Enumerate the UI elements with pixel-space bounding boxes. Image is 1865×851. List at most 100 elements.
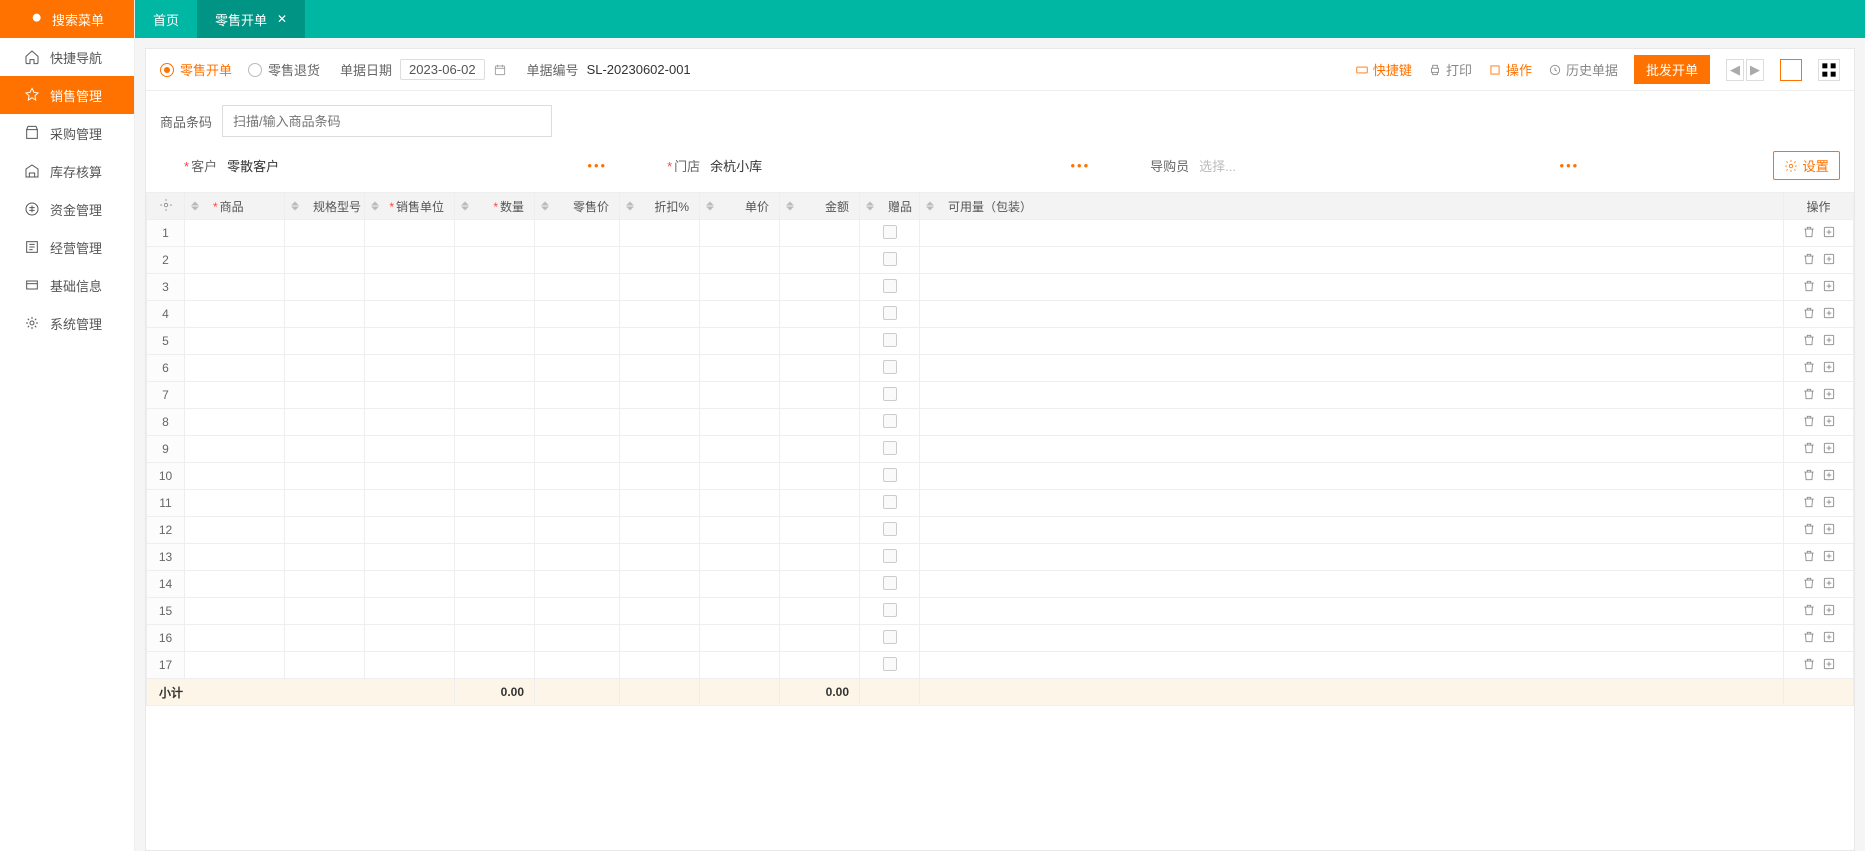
- cell-gift[interactable]: [860, 382, 920, 409]
- insert-icon[interactable]: [1822, 387, 1836, 401]
- cell-retail-price[interactable]: [535, 301, 620, 328]
- th-amount[interactable]: 金额: [780, 193, 860, 220]
- delete-icon[interactable]: [1802, 225, 1816, 239]
- cell-retail-price[interactable]: [535, 544, 620, 571]
- checkbox-icon[interactable]: [883, 279, 897, 293]
- table-row[interactable]: 17: [147, 652, 1854, 679]
- cell-product[interactable]: [185, 220, 285, 247]
- cell-amount[interactable]: [780, 463, 860, 490]
- cell-qty[interactable]: [455, 247, 535, 274]
- table-row[interactable]: 3: [147, 274, 1854, 301]
- cell-gift[interactable]: [860, 436, 920, 463]
- cell-unit[interactable]: [365, 490, 455, 517]
- cell-retail-price[interactable]: [535, 382, 620, 409]
- cell-spec[interactable]: [285, 274, 365, 301]
- tab-retail[interactable]: 零售开单✕: [197, 0, 305, 38]
- cell-unit[interactable]: [365, 409, 455, 436]
- cell-product[interactable]: [185, 463, 285, 490]
- table-row[interactable]: 15: [147, 598, 1854, 625]
- th-unit[interactable]: *销售单位: [365, 193, 455, 220]
- barcode-input[interactable]: [222, 105, 552, 137]
- cell-retail-price[interactable]: [535, 463, 620, 490]
- table-row[interactable]: 1: [147, 220, 1854, 247]
- table-row[interactable]: 8: [147, 409, 1854, 436]
- cell-spec[interactable]: [285, 328, 365, 355]
- cell-qty[interactable]: [455, 625, 535, 652]
- radio-return[interactable]: 零售退货: [248, 60, 320, 79]
- settings-button[interactable]: 设置: [1773, 151, 1840, 180]
- cell-spec[interactable]: [285, 220, 365, 247]
- cell-discount[interactable]: [620, 409, 700, 436]
- cell-discount[interactable]: [620, 517, 700, 544]
- cell-amount[interactable]: [780, 247, 860, 274]
- cell-product[interactable]: [185, 544, 285, 571]
- cell-unit[interactable]: [365, 328, 455, 355]
- th-discount[interactable]: 折扣%: [620, 193, 700, 220]
- delete-icon[interactable]: [1802, 414, 1816, 428]
- sidebar-item-funds[interactable]: 资金管理: [0, 190, 134, 228]
- operate-link[interactable]: 操作: [1488, 60, 1532, 79]
- cell-gift[interactable]: [860, 301, 920, 328]
- table-row[interactable]: 10: [147, 463, 1854, 490]
- cell-spec[interactable]: [285, 652, 365, 679]
- guide-more-icon[interactable]: •••: [1560, 158, 1580, 173]
- checkbox-icon[interactable]: [883, 468, 897, 482]
- cell-product[interactable]: [185, 571, 285, 598]
- history-link[interactable]: 历史单据: [1548, 60, 1618, 79]
- cell-qty[interactable]: [455, 598, 535, 625]
- cell-unit-price[interactable]: [700, 328, 780, 355]
- cell-gift[interactable]: [860, 490, 920, 517]
- cell-retail-price[interactable]: [535, 220, 620, 247]
- table-row[interactable]: 6: [147, 355, 1854, 382]
- cell-unit-price[interactable]: [700, 409, 780, 436]
- cell-discount[interactable]: [620, 463, 700, 490]
- cell-spec[interactable]: [285, 301, 365, 328]
- cell-unit[interactable]: [365, 301, 455, 328]
- cell-amount[interactable]: [780, 571, 860, 598]
- cell-amount[interactable]: [780, 517, 860, 544]
- cell-product[interactable]: [185, 247, 285, 274]
- checkbox-icon[interactable]: [883, 576, 897, 590]
- cell-unit[interactable]: [365, 382, 455, 409]
- checkbox-icon[interactable]: [883, 495, 897, 509]
- cell-unit[interactable]: [365, 355, 455, 382]
- store-field[interactable]: 余杭小库 •••: [710, 156, 1090, 176]
- cell-discount[interactable]: [620, 247, 700, 274]
- cell-amount[interactable]: [780, 625, 860, 652]
- checkbox-icon[interactable]: [883, 360, 897, 374]
- tab-close-icon[interactable]: ✕: [277, 12, 287, 26]
- table-row[interactable]: 9: [147, 436, 1854, 463]
- insert-icon[interactable]: [1822, 225, 1836, 239]
- cell-qty[interactable]: [455, 355, 535, 382]
- customer-field[interactable]: 零散客户 •••: [227, 156, 607, 176]
- insert-icon[interactable]: [1822, 495, 1836, 509]
- th-retail-price[interactable]: 零售价: [535, 193, 620, 220]
- cell-gift[interactable]: [860, 247, 920, 274]
- cell-retail-price[interactable]: [535, 598, 620, 625]
- guide-field[interactable]: 选择... •••: [1199, 156, 1579, 176]
- cell-product[interactable]: [185, 652, 285, 679]
- cell-unit[interactable]: [365, 436, 455, 463]
- calendar-icon[interactable]: [493, 63, 507, 77]
- cell-spec[interactable]: [285, 409, 365, 436]
- cell-unit-price[interactable]: [700, 490, 780, 517]
- delete-icon[interactable]: [1802, 630, 1816, 644]
- checkbox-icon[interactable]: [883, 414, 897, 428]
- cell-gift[interactable]: [860, 571, 920, 598]
- cell-amount[interactable]: [780, 274, 860, 301]
- cell-qty[interactable]: [455, 382, 535, 409]
- cell-amount[interactable]: [780, 301, 860, 328]
- table-row[interactable]: 5: [147, 328, 1854, 355]
- cell-discount[interactable]: [620, 328, 700, 355]
- cell-unit[interactable]: [365, 544, 455, 571]
- th-unit-price[interactable]: 单价: [700, 193, 780, 220]
- customer-more-icon[interactable]: •••: [587, 158, 607, 173]
- sidebar-item-purchase[interactable]: 采购管理: [0, 114, 134, 152]
- cell-retail-price[interactable]: [535, 274, 620, 301]
- cell-unit[interactable]: [365, 517, 455, 544]
- cell-spec[interactable]: [285, 247, 365, 274]
- cell-unit-price[interactable]: [700, 382, 780, 409]
- cell-discount[interactable]: [620, 355, 700, 382]
- print-link[interactable]: 打印: [1428, 60, 1472, 79]
- cell-qty[interactable]: [455, 463, 535, 490]
